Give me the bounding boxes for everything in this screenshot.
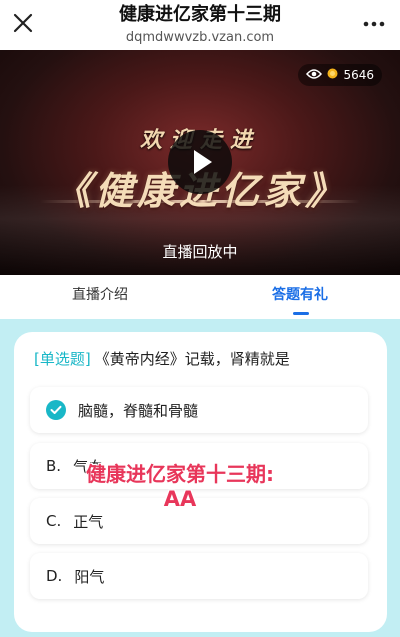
answer-option-d[interactable]: D. 阳气 xyxy=(30,553,368,599)
coin-icon xyxy=(327,68,338,82)
option-text: 阳气 xyxy=(74,567,105,586)
play-button[interactable] xyxy=(168,130,232,194)
option-letter: C. xyxy=(46,512,62,530)
option-letter: D. xyxy=(46,567,63,585)
viewer-count: 5646 xyxy=(343,68,374,82)
top-bar: 健康进亿家第十三期 dqmdwwvzb.vzan.com xyxy=(0,0,400,50)
answer-overlay-text: 健康进亿家第十三期: AA xyxy=(55,462,305,512)
active-tab-indicator xyxy=(293,312,309,315)
check-icon xyxy=(46,400,66,420)
overlay-line-1: 健康进亿家第十三期: xyxy=(86,462,274,486)
viewer-count-badge: 5646 xyxy=(298,64,382,86)
play-icon xyxy=(194,150,212,174)
answer-option-a[interactable]: 脑髓，脊髓和骨髓 xyxy=(30,387,368,433)
question-text: [单选题] 《黄帝内经》记载，肾精就是 xyxy=(34,348,290,369)
replay-status: 直播回放中 xyxy=(162,243,238,261)
more-options-icon[interactable] xyxy=(362,12,386,36)
title-block: 健康进亿家第十三期 dqmdwwvzb.vzan.com xyxy=(60,3,340,48)
tab-bar: 直播介绍 答题有礼 xyxy=(0,275,400,319)
option-text: 正气 xyxy=(73,512,104,531)
overlay-line-2: AA xyxy=(163,487,197,511)
eye-icon xyxy=(306,68,323,83)
question-body: 《黄帝内经》记载，肾精就是 xyxy=(94,350,290,368)
question-type-tag: [单选题] xyxy=(34,350,91,368)
close-icon[interactable] xyxy=(10,10,36,36)
page-title: 健康进亿家第十三期 xyxy=(119,4,281,25)
tab-live-intro[interactable]: 直播介绍 xyxy=(0,275,200,319)
option-text: 脑髓，脊髓和骨髓 xyxy=(78,401,199,420)
page-url: dqmdwwvzb.vzan.com xyxy=(125,30,275,45)
